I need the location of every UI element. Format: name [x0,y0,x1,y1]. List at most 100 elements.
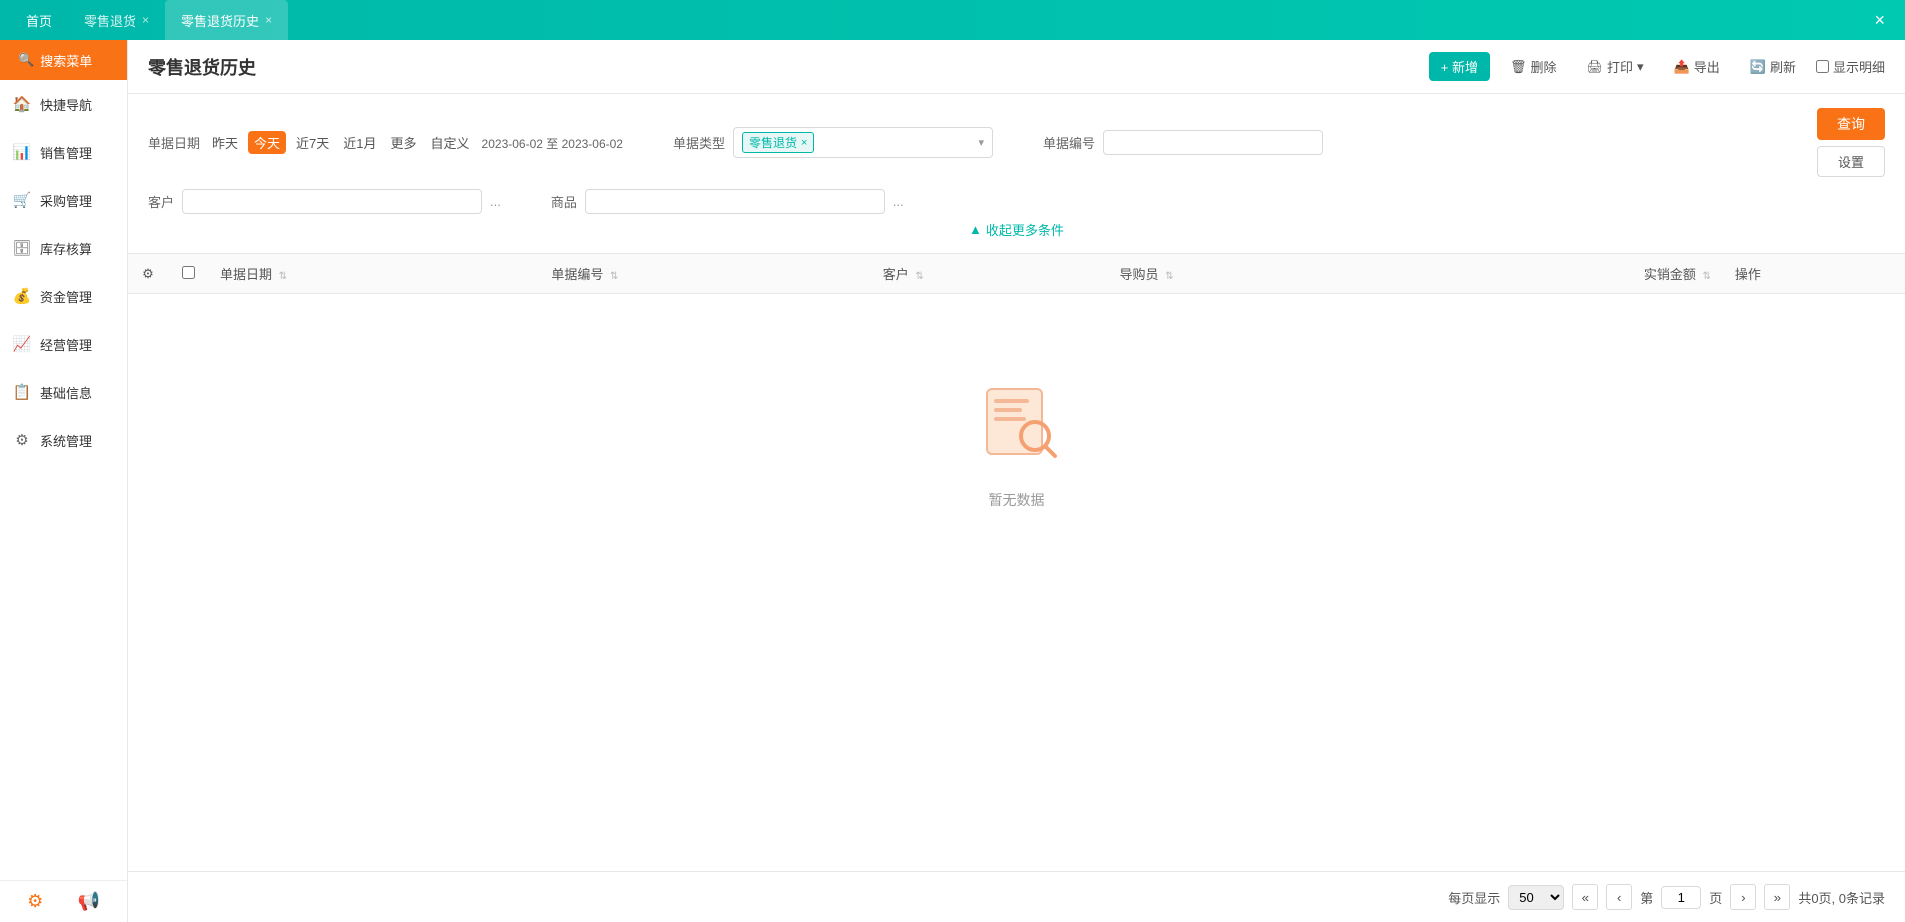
sidebar-item-basic-info[interactable]: 📋 基础信息 [0,368,127,416]
finance-icon: 💰 [12,286,32,306]
date-opt-1month[interactable]: 近1月 [339,131,380,154]
basic-info-icon: 📋 [12,382,32,402]
per-page-select[interactable]: 50 10 20 100 [1508,885,1564,910]
new-button[interactable]: + 新增 [1429,52,1490,81]
tab-retail-return-history[interactable]: 零售退货历史 × [165,0,288,40]
sort-docno-icon: ⇅ [610,271,618,282]
col-date[interactable]: 单据日期 ⇅ [208,254,539,294]
customer-label: 客户 [148,192,174,211]
show-detail-checkbox-label[interactable]: 显示明细 [1816,57,1885,76]
settings-bottom-icon[interactable]: ⚙ [27,891,43,912]
sidebar: 🔍 搜索菜单 🏠 快捷导航 📊 销售管理 🛒 采购管理 🗄 [0,40,128,922]
collapse-button[interactable]: ▲ 收起更多条件 [148,220,1885,239]
sidebar-item-finance[interactable]: 💰 资金管理 [0,272,127,320]
sort-customer-icon: ⇅ [915,271,923,282]
date-opt-more[interactable]: 更多 [387,131,421,154]
sidebar-item-system[interactable]: ⚙ 系统管理 [0,416,127,464]
inventory-icon: 🗄 [12,238,32,258]
table-checkbox-col [168,254,208,294]
type-chevron-icon: ▾ [978,136,984,149]
collapse-up-icon: ▲ [969,222,982,237]
type-select[interactable]: 零售退货 × ▾ [733,127,993,158]
sidebar-item-purchase[interactable]: 🛒 采购管理 [0,176,127,224]
col-action: 操作 [1723,254,1905,294]
type-label: 单据类型 [673,133,725,152]
page-header: 零售退货历史 + 新增 🗑 删除 🖨 打印 ▾ 📤 导出 [128,40,1905,94]
sidebar-search[interactable]: 🔍 搜索菜单 [0,40,127,80]
filter-area: 单据日期 昨天 今天 近7天 近1月 更多 自定义 2023-06-02 至 2… [128,94,1905,254]
col-amount[interactable]: 实销金额 ⇅ [1392,254,1723,294]
page-input[interactable] [1661,886,1701,909]
search-icon: 🔍 [18,52,34,68]
date-filter: 单据日期 昨天 今天 近7天 近1月 更多 自定义 2023-06-02 至 2… [148,131,623,154]
query-button[interactable]: 查询 [1817,108,1885,140]
sales-icon: 📊 [12,142,32,162]
sort-amount-icon: ⇅ [1703,271,1711,282]
sidebar-nav: 🏠 快捷导航 📊 销售管理 🛒 采购管理 🗄 库存核算 💰 资金管 [0,80,127,880]
customer-dots: ... [490,194,501,209]
date-opt-custom[interactable]: 自定义 [427,131,474,154]
delete-button[interactable]: 🗑 删除 [1500,52,1567,81]
sidebar-item-operations[interactable]: 📈 经营管理 [0,320,127,368]
goods-dots: ... [893,194,904,209]
first-page-button[interactable]: « [1572,884,1598,910]
date-options: 昨天 今天 近7天 近1月 更多 自定义 [208,131,474,154]
tab-bar: 首页 零售退货 × 零售退货历史 × [10,0,1864,40]
operations-icon: 📈 [12,334,32,354]
col-guide[interactable]: 导购员 ⇅ [1107,254,1391,294]
date-range-display: 2023-06-02 至 2023-06-02 [482,135,623,152]
select-all-checkbox[interactable] [182,266,195,279]
col-customer[interactable]: 客户 ⇅ [871,254,1108,294]
goods-input[interactable] [585,189,885,214]
type-tag-close[interactable]: × [801,137,807,149]
empty-text: 暂无数据 [989,490,1045,510]
page-unit: 页 [1709,888,1722,907]
header-actions: + 新增 🗑 删除 🖨 打印 ▾ 📤 导出 🔄 [1429,52,1885,81]
next-page-button[interactable]: › [1730,884,1756,910]
date-opt-yesterday[interactable]: 昨天 [208,131,242,154]
col-doc-no[interactable]: 单据编号 ⇅ [539,254,870,294]
purchase-icon: 🛒 [12,190,32,210]
delete-icon: 🗑 [1510,59,1527,75]
refresh-button[interactable]: 🔄 刷新 [1740,52,1806,81]
sidebar-item-inventory[interactable]: 🗄 库存核算 [0,224,127,272]
date-opt-today[interactable]: 今天 [248,131,286,154]
empty-state: 暂无数据 [128,294,1905,590]
tab-retail-return-close[interactable]: × [142,13,149,27]
prev-page-button[interactable]: ‹ [1606,884,1632,910]
table-container: ⚙ 单据日期 ⇅ 单据编号 ⇅ [128,254,1905,871]
sort-date-icon: ⇅ [279,271,287,282]
table-settings-col: ⚙ [128,254,168,294]
sidebar-item-sales[interactable]: 📊 销售管理 [0,128,127,176]
window-close-button[interactable]: × [1864,10,1895,31]
tab-home[interactable]: 首页 [10,0,68,40]
type-tag: 零售退货 × [742,132,814,153]
total-records: 共0页, 0条记录 [1798,888,1885,907]
date-opt-7days[interactable]: 近7天 [292,131,333,154]
doc-no-input[interactable] [1103,130,1323,155]
query-setting-buttons: 查询 设置 [1817,108,1885,177]
setting-button[interactable]: 设置 [1817,146,1885,177]
volume-icon[interactable]: 📢 [77,891,99,912]
customer-input[interactable] [182,189,482,214]
home-icon: 🏠 [12,94,32,114]
system-icon: ⚙ [12,430,32,450]
tab-retail-return-history-close[interactable]: × [265,13,272,27]
goods-label: 商品 [551,192,577,211]
pagination: 每页显示 50 10 20 100 « ‹ 第 页 › » 共0页, 0条记录 [128,871,1905,922]
sort-guide-icon: ⇅ [1165,271,1173,282]
goods-filter: 商品 ... [551,189,904,214]
last-page-button[interactable]: » [1764,884,1790,910]
data-table: ⚙ 单据日期 ⇅ 单据编号 ⇅ [128,254,1905,590]
doc-no-filter: 单据编号 [1043,130,1323,155]
doc-type-filter: 单据类型 零售退货 × ▾ [673,127,993,158]
page-label: 第 [1640,888,1653,907]
sidebar-item-quick-nav[interactable]: 🏠 快捷导航 [0,80,127,128]
page-title: 零售退货历史 [148,54,256,80]
show-detail-checkbox[interactable] [1816,60,1829,73]
table-settings-icon[interactable]: ⚙ [142,266,154,281]
top-bar: 首页 零售退货 × 零售退货历史 × × [0,0,1905,40]
tab-retail-return[interactable]: 零售退货 × [68,0,165,40]
export-button[interactable]: 📤 导出 [1664,52,1730,81]
print-button[interactable]: 🖨 打印 ▾ [1577,52,1654,81]
